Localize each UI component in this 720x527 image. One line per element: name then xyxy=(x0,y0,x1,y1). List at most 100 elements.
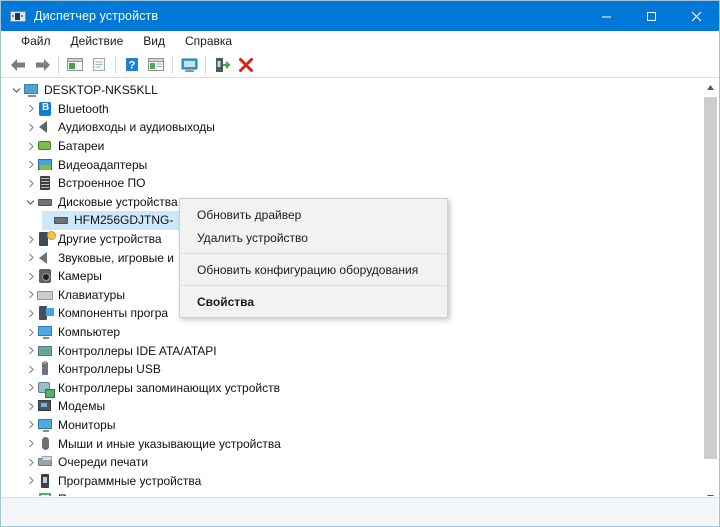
tree-item-label: Компоненты програ xyxy=(58,306,169,321)
tree-item[interactable]: Мониторы xyxy=(2,416,702,435)
menu-view[interactable]: Вид xyxy=(133,32,175,50)
context-menu-separator xyxy=(181,285,446,286)
tree-item[interactable]: DESKTOP-NKS5KLL xyxy=(2,81,702,100)
scrollbar-down-arrow-icon[interactable] xyxy=(702,489,718,496)
tree-item-label: Дисковые устройства xyxy=(58,194,178,209)
disk-drive-icon xyxy=(53,212,69,228)
tree-item[interactable]: Контроллеры USB xyxy=(2,360,702,379)
chevron-right-icon[interactable] xyxy=(24,253,37,262)
disk-drive-icon xyxy=(37,194,53,210)
tree-item[interactable]: Контроллеры запоминающих устройств xyxy=(2,379,702,398)
tree-item[interactable]: Компьютер xyxy=(2,323,702,342)
tree-item-label: Клавиатуры xyxy=(58,287,125,302)
firmware-icon xyxy=(37,175,53,191)
close-button[interactable] xyxy=(674,1,719,31)
tree-item-label: Программные устройства xyxy=(58,473,202,488)
title-bar: Диспетчер устройств xyxy=(1,1,719,31)
chevron-right-icon[interactable] xyxy=(24,235,37,244)
tree-item-label: DESKTOP-NKS5KLL xyxy=(44,83,158,98)
menu-file[interactable]: Файл xyxy=(11,32,61,50)
ctx-scan-hardware-changes[interactable]: Обновить конфигурацию оборудования xyxy=(180,258,447,281)
tree-item[interactable]: Bluetooth xyxy=(2,100,702,119)
tree-item-label: Контроллеры запоминающих устройств xyxy=(58,380,280,395)
computer-root-icon xyxy=(23,82,39,98)
document-button[interactable] xyxy=(87,54,111,76)
software-device-icon xyxy=(37,473,53,489)
tree-item[interactable]: Модемы xyxy=(2,397,702,416)
chevron-right-icon[interactable] xyxy=(24,290,37,299)
back-button[interactable] xyxy=(6,54,30,76)
menu-action[interactable]: Действие xyxy=(61,32,134,50)
tree-item[interactable]: Видеоадаптеры xyxy=(2,155,702,174)
scrollbar-thumb[interactable] xyxy=(704,97,717,459)
menu-help[interactable]: Справка xyxy=(175,32,242,50)
other-devices-icon xyxy=(37,231,56,247)
chevron-right-icon[interactable] xyxy=(24,402,37,411)
chevron-right-icon[interactable] xyxy=(24,383,37,392)
chevron-right-icon[interactable] xyxy=(24,123,37,132)
modem-icon xyxy=(37,398,53,414)
ctx-update-driver[interactable]: Обновить драйвер xyxy=(180,203,447,226)
tree-item[interactable]: Контроллеры IDE ATA/ATAPI xyxy=(2,341,702,360)
tree-item-label: Процессоры xyxy=(58,492,128,496)
chevron-right-icon[interactable] xyxy=(24,142,37,151)
properties-window-button[interactable] xyxy=(63,54,87,76)
storage-controller-icon xyxy=(37,380,55,398)
computer-icon xyxy=(37,324,53,340)
scrollbar-up-arrow-icon[interactable] xyxy=(702,79,718,96)
chevron-down-icon[interactable] xyxy=(24,199,37,205)
chevron-right-icon[interactable] xyxy=(24,104,37,113)
sound-game-controllers-icon xyxy=(37,250,53,266)
tree-item-label: HFM256GDJTNG- xyxy=(74,213,174,228)
toolbar-separator-4 xyxy=(205,55,206,74)
chevron-right-icon[interactable] xyxy=(24,365,37,374)
scan-hardware-button[interactable] xyxy=(177,54,201,76)
minimize-button[interactable] xyxy=(584,1,629,31)
tree-item-label: Контроллеры USB xyxy=(58,362,161,377)
ctx-properties[interactable]: Свойства xyxy=(180,290,447,313)
tree-item[interactable]: Аудиовходы и аудиовыходы xyxy=(2,118,702,137)
window-title: Диспетчер устройств xyxy=(34,9,159,23)
help-button[interactable]: ? xyxy=(120,54,144,76)
chevron-right-icon[interactable] xyxy=(24,272,37,281)
tree-item[interactable]: Батареи xyxy=(2,137,702,156)
tree-item[interactable]: Встроенное ПО xyxy=(2,174,702,193)
tree-item-label: Мыши и иные указывающие устройства xyxy=(58,436,281,451)
toolbar: ? xyxy=(1,52,719,78)
tree-item-label: Видеоадаптеры xyxy=(58,157,148,172)
tree-item-label: Контроллеры IDE ATA/ATAPI xyxy=(58,343,217,358)
vertical-scrollbar[interactable] xyxy=(702,79,718,496)
chevron-right-icon[interactable] xyxy=(24,160,37,169)
status-bar xyxy=(2,497,718,525)
maximize-button[interactable] xyxy=(629,1,674,31)
forward-button[interactable] xyxy=(30,54,54,76)
tree-item-label: Аудиовходы и аудиовыходы xyxy=(58,120,215,135)
chevron-right-icon[interactable] xyxy=(24,309,37,318)
uninstall-device-button[interactable] xyxy=(234,54,258,76)
tree-item[interactable]: Программные устройства xyxy=(2,471,702,490)
tree-item-label: Очереди печати xyxy=(58,455,149,470)
tree-item[interactable]: Очереди печати xyxy=(2,453,702,472)
svg-text:?: ? xyxy=(129,60,136,72)
camera-icon xyxy=(37,268,53,284)
chevron-right-icon[interactable] xyxy=(24,439,37,448)
ctx-uninstall-device[interactable]: Удалить устройство xyxy=(180,226,447,249)
window-list-button[interactable] xyxy=(144,54,168,76)
chevron-right-icon[interactable] xyxy=(24,495,37,496)
mouse-icon xyxy=(37,436,53,452)
chevron-right-icon[interactable] xyxy=(24,346,37,355)
device-manager-window: Диспетчер устройств Файл Действие Вид Сп… xyxy=(0,0,720,527)
tree-item[interactable]: Процессоры xyxy=(2,490,702,496)
chevron-down-icon[interactable] xyxy=(10,87,23,94)
tree-item-label: Батареи xyxy=(58,139,105,154)
chevron-right-icon[interactable] xyxy=(24,476,37,485)
tree-item[interactable]: Мыши и иные указывающие устройства xyxy=(2,434,702,453)
chevron-right-icon[interactable] xyxy=(24,328,37,337)
tree-item-label: Встроенное ПО xyxy=(58,176,146,191)
context-menu[interactable]: Обновить драйвер Удалить устройство Обнови… xyxy=(179,198,448,318)
chevron-right-icon[interactable] xyxy=(24,458,37,467)
chevron-right-icon[interactable] xyxy=(24,420,37,429)
chevron-right-icon[interactable] xyxy=(24,179,37,188)
enable-device-button[interactable] xyxy=(210,54,234,76)
keyboard-icon xyxy=(37,287,53,303)
